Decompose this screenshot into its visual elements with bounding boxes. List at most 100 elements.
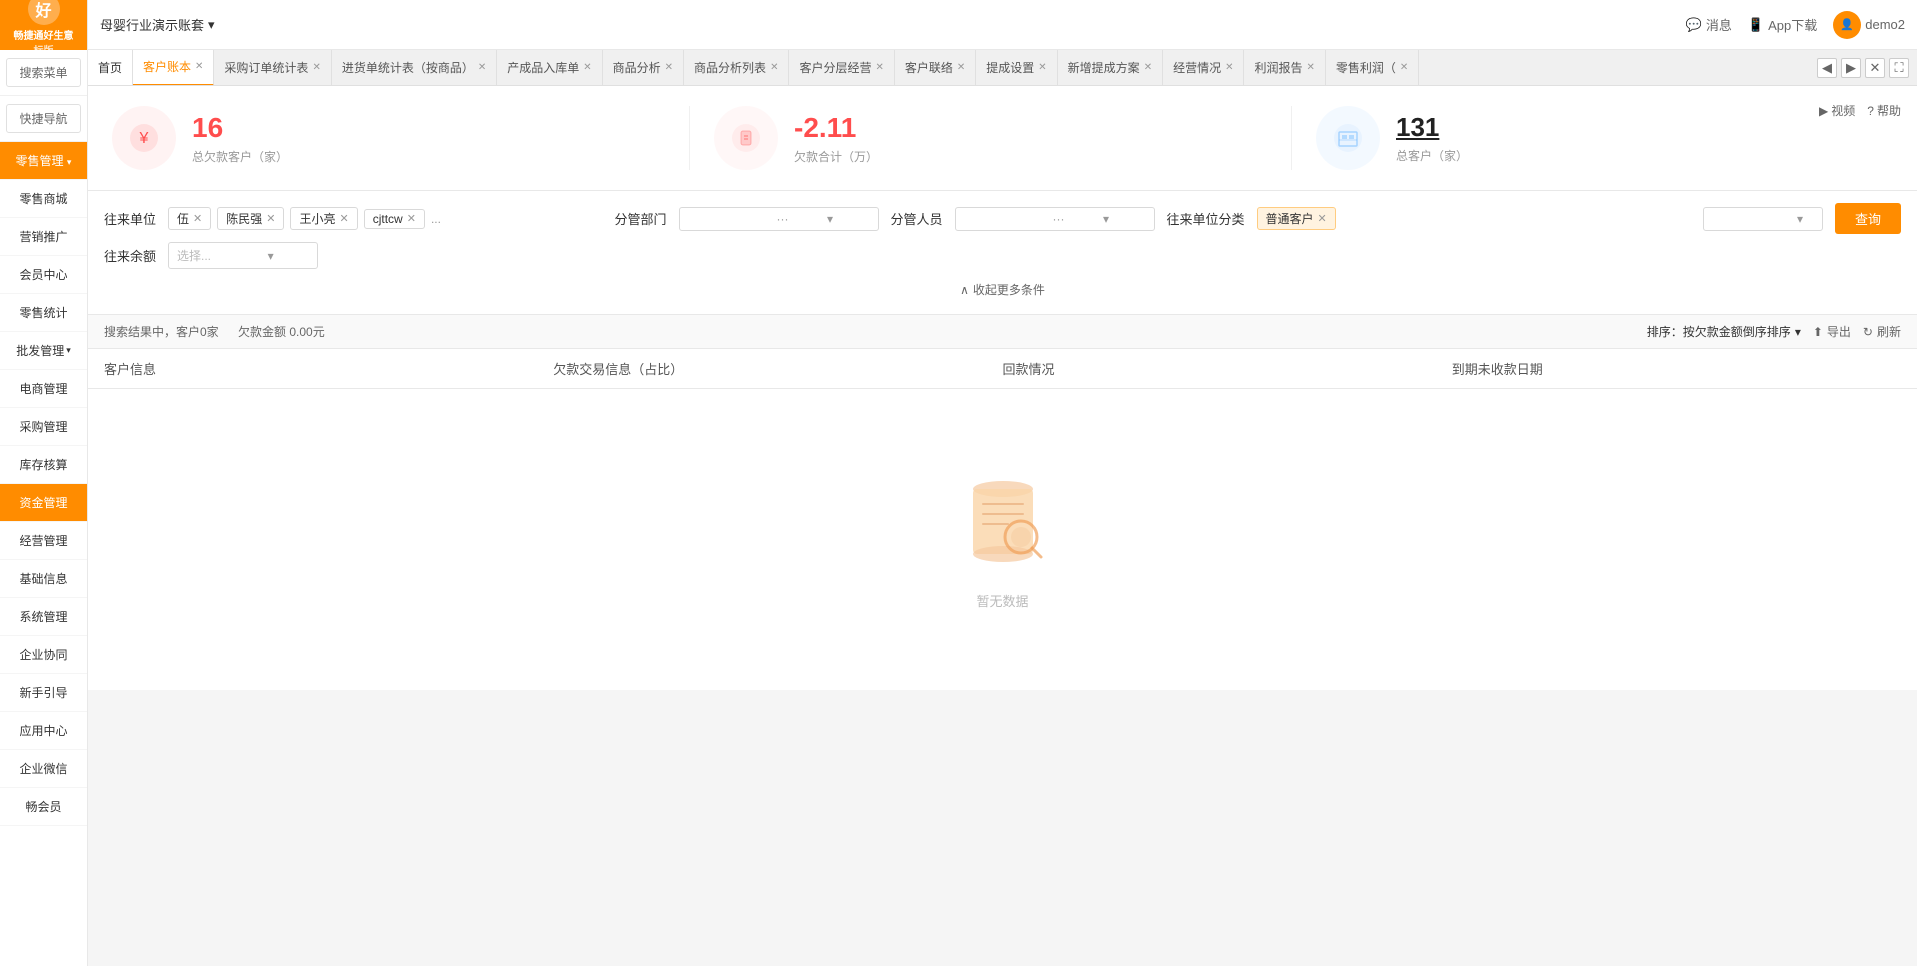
dept-filter-select[interactable]: ··· ▾	[679, 207, 879, 231]
more-tags-button[interactable]: ...	[431, 212, 441, 226]
tab-label: 商品分析	[613, 59, 661, 76]
page-content: ¥ 16 总欠款客户（家）	[88, 86, 1917, 966]
search-menu-button[interactable]: 搜索菜单	[6, 58, 81, 87]
sidebar-item-label: 会员中心	[19, 268, 67, 282]
export-button[interactable]: ⬆ 导出	[1813, 323, 1851, 340]
sidebar-item-ecommerce[interactable]: 电商管理	[0, 370, 87, 408]
tab-close-icon[interactable]: ✕	[665, 62, 673, 73]
sidebar-item-member-center[interactable]: 会员中心	[0, 256, 87, 294]
tab-close-icon[interactable]: ✕	[1038, 62, 1046, 73]
tag-close-icon[interactable]: ✕	[1318, 212, 1327, 225]
tab-incoming-stat[interactable]: 进货单统计表（按商品） ✕	[332, 50, 497, 86]
tag-text: 王小亮	[299, 210, 335, 227]
tab-profit-report[interactable]: 利润报告 ✕	[1244, 50, 1325, 86]
tab-next-button[interactable]: ▶	[1841, 58, 1861, 78]
sort-select[interactable]: 排序：按欠款金额倒序排序 ▾	[1647, 323, 1801, 340]
sidebar-item-label: 零售商城	[19, 192, 67, 206]
unit-type-extra-select[interactable]: ▾	[1703, 207, 1823, 231]
chevron-down-icon: ▾	[827, 212, 870, 226]
account-selector[interactable]: 母婴行业演示账套 ▾	[100, 15, 215, 34]
message-button[interactable]: 💬 消息	[1686, 15, 1732, 34]
person-filter-select[interactable]: ··· ▾	[955, 207, 1155, 231]
tab-close-icon[interactable]: ✕	[1307, 62, 1315, 73]
tab-close-icon[interactable]: ✕	[478, 62, 486, 73]
sidebar-item-purchase-mgmt[interactable]: 采购管理	[0, 408, 87, 446]
tab-new-raise-plan[interactable]: 新增提成方案 ✕	[1058, 50, 1163, 86]
tab-close-icon[interactable]: ✕	[195, 61, 203, 72]
sidebar-item-enterprise-wechat[interactable]: 企业微信	[0, 750, 87, 788]
tab-close-icon[interactable]: ✕	[875, 62, 883, 73]
sidebar-item-retail-mgmt[interactable]: 零售管理 ▾	[0, 142, 87, 180]
user-profile[interactable]: 👤 demo2	[1833, 11, 1905, 39]
tab-retail-profit[interactable]: 零售利润（ ✕	[1326, 50, 1419, 86]
sidebar-item-new-guide[interactable]: 新手引导	[0, 674, 87, 712]
tab-operation-status[interactable]: 经营情况 ✕	[1163, 50, 1244, 86]
tab-close-icon[interactable]: ✕	[312, 62, 320, 73]
unit-tag-wangxiaoliang[interactable]: 王小亮 ✕	[290, 207, 357, 230]
tab-close-icon[interactable]: ✕	[1400, 62, 1408, 73]
stat-info-debt-amount: -2.11 欠款合计（万）	[794, 111, 878, 166]
dept-select-dots[interactable]: ···	[777, 212, 820, 226]
sort-label: 排序：按欠款金额倒序排序	[1647, 323, 1791, 340]
tab-close-icon[interactable]: ✕	[957, 62, 965, 73]
tab-production-in[interactable]: 产成品入库单 ✕	[497, 50, 602, 86]
sidebar-item-operation-mgmt[interactable]: 经营管理	[0, 522, 87, 560]
sidebar-item-inventory[interactable]: 库存核算	[0, 446, 87, 484]
tab-close-all-button[interactable]: ✕	[1865, 58, 1885, 78]
sidebar-item-enterprise-coop[interactable]: 企业协同	[0, 636, 87, 674]
tag-text: 伍	[177, 210, 189, 227]
sidebar-item-marketing[interactable]: 营销推广	[0, 218, 87, 256]
logo-icon: 好	[28, 0, 60, 25]
tab-customer-layered[interactable]: 客户分层经营 ✕	[789, 50, 894, 86]
tab-label: 客户账本	[143, 58, 191, 75]
tab-close-icon[interactable]: ✕	[1144, 62, 1152, 73]
tab-fullscreen-button[interactable]: ⛶	[1889, 58, 1909, 78]
filter-area: 往来单位 伍 ✕ 陈民强 ✕ 王小亮 ✕ cjttcw	[88, 191, 1917, 315]
sidebar-item-wholesale-mgmt[interactable]: 批发管理 ▾	[0, 332, 87, 370]
balance-filter-label: 往来余额	[104, 246, 156, 265]
app-download-button[interactable]: 📱 App下载	[1748, 15, 1817, 34]
person-filter-label: 分管人员	[891, 209, 943, 228]
tab-product-analysis-list[interactable]: 商品分析列表 ✕	[684, 50, 789, 86]
tab-prev-button[interactable]: ◀	[1817, 58, 1837, 78]
sidebar-item-capital-mgmt[interactable]: 资金管理	[0, 484, 87, 522]
person-select-dots[interactable]: ···	[1053, 212, 1096, 226]
tag-close-icon[interactable]: ✕	[266, 212, 275, 225]
video-link[interactable]: ▶ 视频	[1819, 102, 1855, 119]
chevron-down-icon: ▾	[67, 157, 72, 167]
sidebar-item-label: 基础信息	[19, 572, 67, 586]
sidebar-item-member[interactable]: 畅会员	[0, 788, 87, 826]
tag-close-icon[interactable]: ✕	[407, 212, 416, 225]
tab-home[interactable]: 首页	[88, 50, 133, 86]
sidebar-item-retail-mall[interactable]: 零售商城	[0, 180, 87, 218]
tag-close-icon[interactable]: ✕	[193, 212, 202, 225]
tab-label: 客户分层经营	[799, 59, 871, 76]
tab-close-icon[interactable]: ✕	[583, 62, 591, 73]
refresh-button[interactable]: ↻ 刷新	[1863, 323, 1901, 340]
query-button[interactable]: 查询	[1835, 203, 1901, 234]
main-content: 母婴行业演示账套 ▾ 💬 消息 📱 App下载 👤 demo2 首页	[88, 0, 1917, 966]
tab-purchase-order-stat[interactable]: 采购订单统计表 ✕	[214, 50, 331, 86]
message-icon: 💬	[1686, 17, 1702, 33]
help-link[interactable]: ? 帮助	[1867, 102, 1901, 119]
tab-customer-ledger[interactable]: 客户账本 ✕	[133, 50, 214, 86]
tab-raise-settings[interactable]: 提成设置 ✕	[976, 50, 1057, 86]
unit-type-tag-normal[interactable]: 普通客户 ✕	[1257, 207, 1336, 230]
unit-tag-wu[interactable]: 伍 ✕	[168, 207, 211, 230]
tab-product-analysis[interactable]: 商品分析 ✕	[603, 50, 684, 86]
tab-close-icon[interactable]: ✕	[770, 62, 778, 73]
tag-close-icon[interactable]: ✕	[340, 212, 349, 225]
sidebar-item-basic-info[interactable]: 基础信息	[0, 560, 87, 598]
balance-filter-select[interactable]: 选择... ▾	[168, 242, 318, 269]
sidebar-item-label: 经营管理	[19, 534, 67, 548]
collapse-filter-button[interactable]: ∧ 收起更多条件	[104, 277, 1901, 302]
unit-tag-chenminqiang[interactable]: 陈民强 ✕	[217, 207, 284, 230]
tab-close-icon[interactable]: ✕	[1225, 62, 1233, 73]
unit-tag-cjttcw[interactable]: cjttcw ✕	[364, 209, 425, 229]
sidebar-item-retail-stats[interactable]: 零售统计	[0, 294, 87, 332]
sidebar-item-app-center[interactable]: 应用中心	[0, 712, 87, 750]
tab-customer-contact[interactable]: 客户联络 ✕	[895, 50, 976, 86]
quick-nav-button[interactable]: 快捷导航	[6, 104, 81, 133]
sidebar-item-label: 营销推广	[19, 230, 67, 244]
sidebar-item-system-mgmt[interactable]: 系统管理	[0, 598, 87, 636]
